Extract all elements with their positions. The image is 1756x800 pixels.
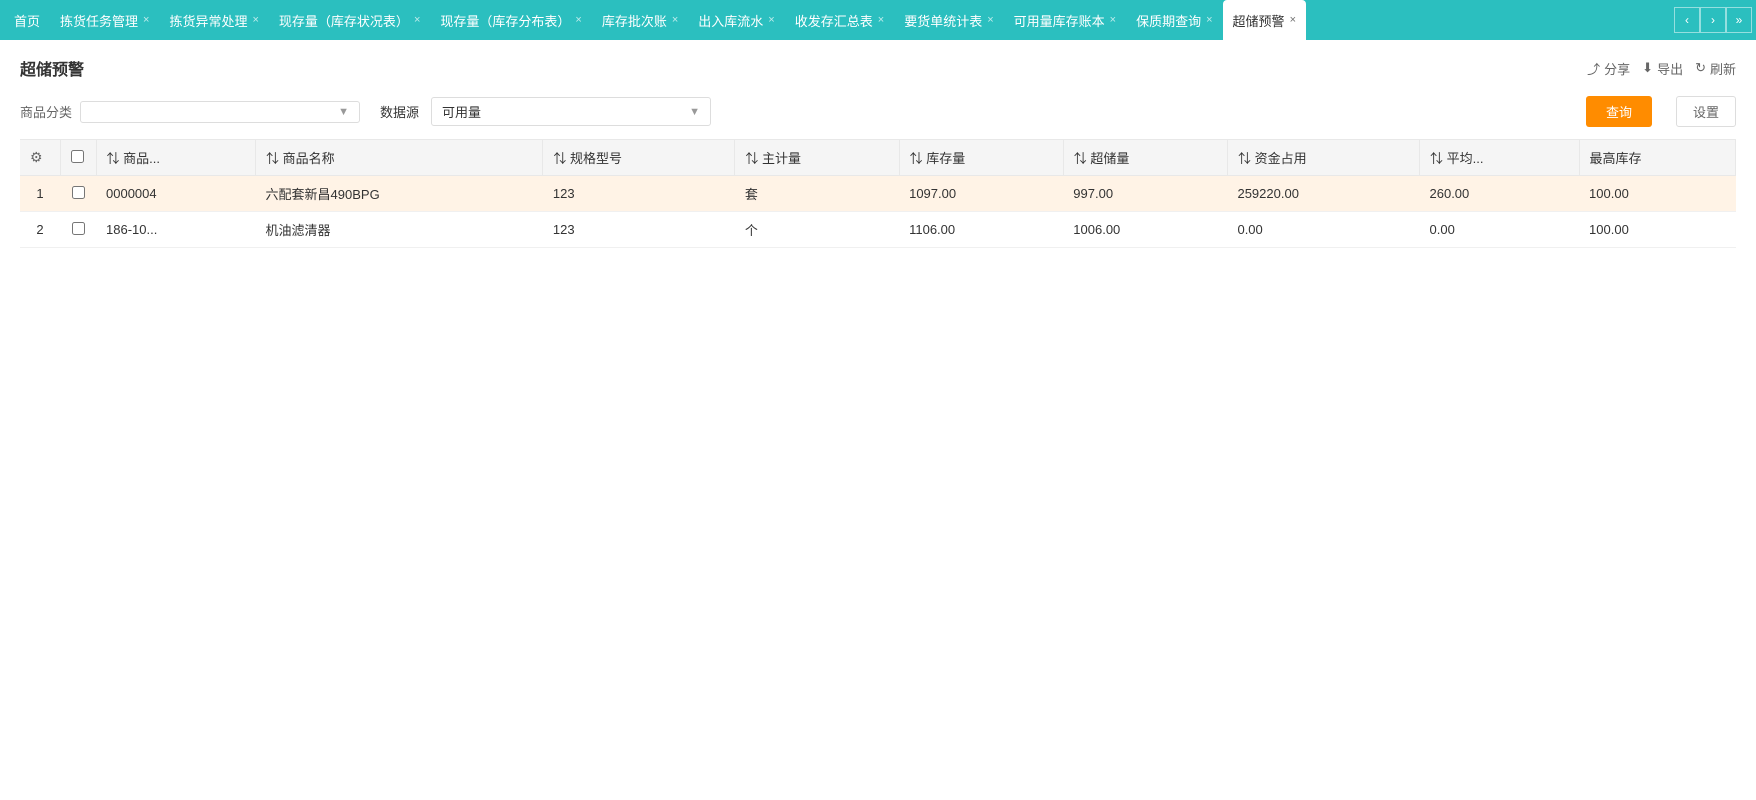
- data-table: ⚙ ⇅ 商品... ⇅ 商品名称 ⇅ 规格型号 ⇅: [20, 139, 1736, 248]
- row-checkbox-cell: [60, 176, 96, 212]
- close-icon[interactable]: ×: [1110, 14, 1116, 26]
- product-unit: 个: [735, 212, 899, 248]
- close-icon[interactable]: ×: [414, 14, 420, 26]
- datasource-select[interactable]: 可用量 ▼: [431, 97, 711, 126]
- table-row: 1 0000004 六配套新昌490BPG 123 套 1097.00 997.…: [20, 176, 1736, 212]
- col-avg: ⇅ 平均...: [1420, 140, 1580, 176]
- export-icon: ⬇: [1642, 60, 1653, 76]
- product-spec: 123: [543, 212, 735, 248]
- col-stock: ⇅ 库存量: [899, 140, 1063, 176]
- nav-arrow-group: ‹ › »: [1674, 7, 1752, 33]
- overstock-qty: 997.00: [1063, 176, 1227, 212]
- table-row: 2 186-10... 机油滤清器 123 个 1106.00 1006.00 …: [20, 212, 1736, 248]
- capital-use: 259220.00: [1227, 176, 1419, 212]
- col-max-stock: 最高库存: [1579, 140, 1735, 176]
- datasource-value: 可用量: [442, 102, 481, 121]
- close-icon[interactable]: ×: [143, 14, 149, 26]
- overstock-qty: 1006.00: [1063, 212, 1227, 248]
- close-icon[interactable]: ×: [1290, 14, 1296, 26]
- stock-qty: 1106.00: [899, 212, 1063, 248]
- category-label: 商品分类: [20, 102, 72, 121]
- nav-order-stats[interactable]: 要货单统计表 ×: [894, 0, 1003, 40]
- nav-prev-button[interactable]: ‹: [1674, 7, 1700, 33]
- main-content: 超储预警 ⤴ 分享 ⬇ 导出 ↻ 刷新 商品分类 ▼ 数据源: [0, 40, 1756, 800]
- filter-row: 商品分类 ▼ 数据源 可用量 ▼ 查询 设置: [20, 96, 1736, 127]
- col-spec: ⇅ 规格型号: [543, 140, 735, 176]
- category-filter: 商品分类 ▼: [20, 101, 360, 123]
- share-button[interactable]: ⤴ 分享: [1587, 59, 1630, 78]
- nav-available-account[interactable]: 可用量库存账本 ×: [1004, 0, 1126, 40]
- page-title: 超储预警: [20, 56, 84, 80]
- product-code: 186-10...: [96, 212, 256, 248]
- nav-stock-dist[interactable]: 现存量（库存分布表） ×: [430, 0, 591, 40]
- close-icon[interactable]: ×: [768, 14, 774, 26]
- top-navigation: 首页 拣货任务管理 × 拣货异常处理 × 现存量（库存状况表） × 现存量（库存…: [0, 0, 1756, 40]
- gear-icon[interactable]: ⚙: [30, 149, 43, 165]
- row-number: 2: [20, 212, 60, 248]
- product-code: 0000004: [96, 176, 256, 212]
- capital-use: 0.00: [1227, 212, 1419, 248]
- table-header-row: ⚙ ⇅ 商品... ⇅ 商品名称 ⇅ 规格型号 ⇅: [20, 140, 1736, 176]
- row-checkbox[interactable]: [72, 186, 85, 199]
- row-number: 1: [20, 176, 60, 212]
- nav-expiry-query[interactable]: 保质期查询 ×: [1126, 0, 1222, 40]
- export-button[interactable]: ⬇ 导出: [1642, 59, 1683, 78]
- col-product-name: ⇅ 商品名称: [256, 140, 543, 176]
- close-icon[interactable]: ×: [987, 14, 993, 26]
- query-button[interactable]: 查询: [1586, 96, 1652, 127]
- header-actions: ⤴ 分享 ⬇ 导出 ↻ 刷新: [1587, 59, 1736, 78]
- close-icon[interactable]: ×: [252, 14, 258, 26]
- chevron-down-icon: ▼: [689, 106, 700, 118]
- stock-qty: 1097.00: [899, 176, 1063, 212]
- col-settings: ⚙: [20, 140, 60, 176]
- col-checkbox: [60, 140, 96, 176]
- chevron-down-icon: ▼: [338, 106, 349, 118]
- row-checkbox-cell: [60, 212, 96, 248]
- close-icon[interactable]: ×: [672, 14, 678, 26]
- nav-batch-account[interactable]: 库存批次账 ×: [592, 0, 688, 40]
- nav-more-button[interactable]: »: [1726, 7, 1752, 33]
- row-checkbox[interactable]: [72, 222, 85, 235]
- category-select[interactable]: ▼: [80, 101, 360, 123]
- nav-home[interactable]: 首页: [4, 0, 50, 40]
- product-name: 六配套新昌490BPG: [256, 176, 543, 212]
- product-unit: 套: [735, 176, 899, 212]
- avg-value: 0.00: [1420, 212, 1580, 248]
- share-icon: ⤴: [1587, 59, 1600, 78]
- product-spec: 123: [543, 176, 735, 212]
- nav-overstock-warning[interactable]: 超储预警 ×: [1223, 0, 1306, 40]
- max-stock: 100.00: [1579, 212, 1735, 248]
- filter-buttons: 查询: [1586, 96, 1652, 127]
- refresh-icon: ↻: [1695, 60, 1706, 76]
- avg-value: 260.00: [1420, 176, 1580, 212]
- product-name: 机油滤清器: [256, 212, 543, 248]
- max-stock: 100.00: [1579, 176, 1735, 212]
- close-icon[interactable]: ×: [575, 14, 581, 26]
- nav-pick-task[interactable]: 拣货任务管理 ×: [50, 0, 159, 40]
- nav-in-out-flow[interactable]: 出入库流水 ×: [688, 0, 784, 40]
- nav-next-button[interactable]: ›: [1700, 7, 1726, 33]
- settings-button[interactable]: 设置: [1676, 96, 1736, 127]
- nav-receive-summary[interactable]: 收发存汇总表 ×: [785, 0, 894, 40]
- nav-pick-abnormal[interactable]: 拣货异常处理 ×: [159, 0, 268, 40]
- datasource-filter: 数据源 可用量 ▼: [380, 97, 711, 126]
- close-icon[interactable]: ×: [1206, 14, 1212, 26]
- col-overstock: ⇅ 超储量: [1063, 140, 1227, 176]
- close-icon[interactable]: ×: [878, 14, 884, 26]
- page-header: 超储预警 ⤴ 分享 ⬇ 导出 ↻ 刷新: [20, 56, 1736, 80]
- nav-stock-status[interactable]: 现存量（库存状况表） ×: [269, 0, 430, 40]
- col-capital: ⇅ 资金占用: [1227, 140, 1419, 176]
- refresh-button[interactable]: ↻ 刷新: [1695, 59, 1736, 78]
- select-all-checkbox[interactable]: [71, 150, 84, 163]
- datasource-label: 数据源: [380, 102, 419, 121]
- col-product-code: ⇅ 商品...: [96, 140, 256, 176]
- col-unit: ⇅ 主计量: [735, 140, 899, 176]
